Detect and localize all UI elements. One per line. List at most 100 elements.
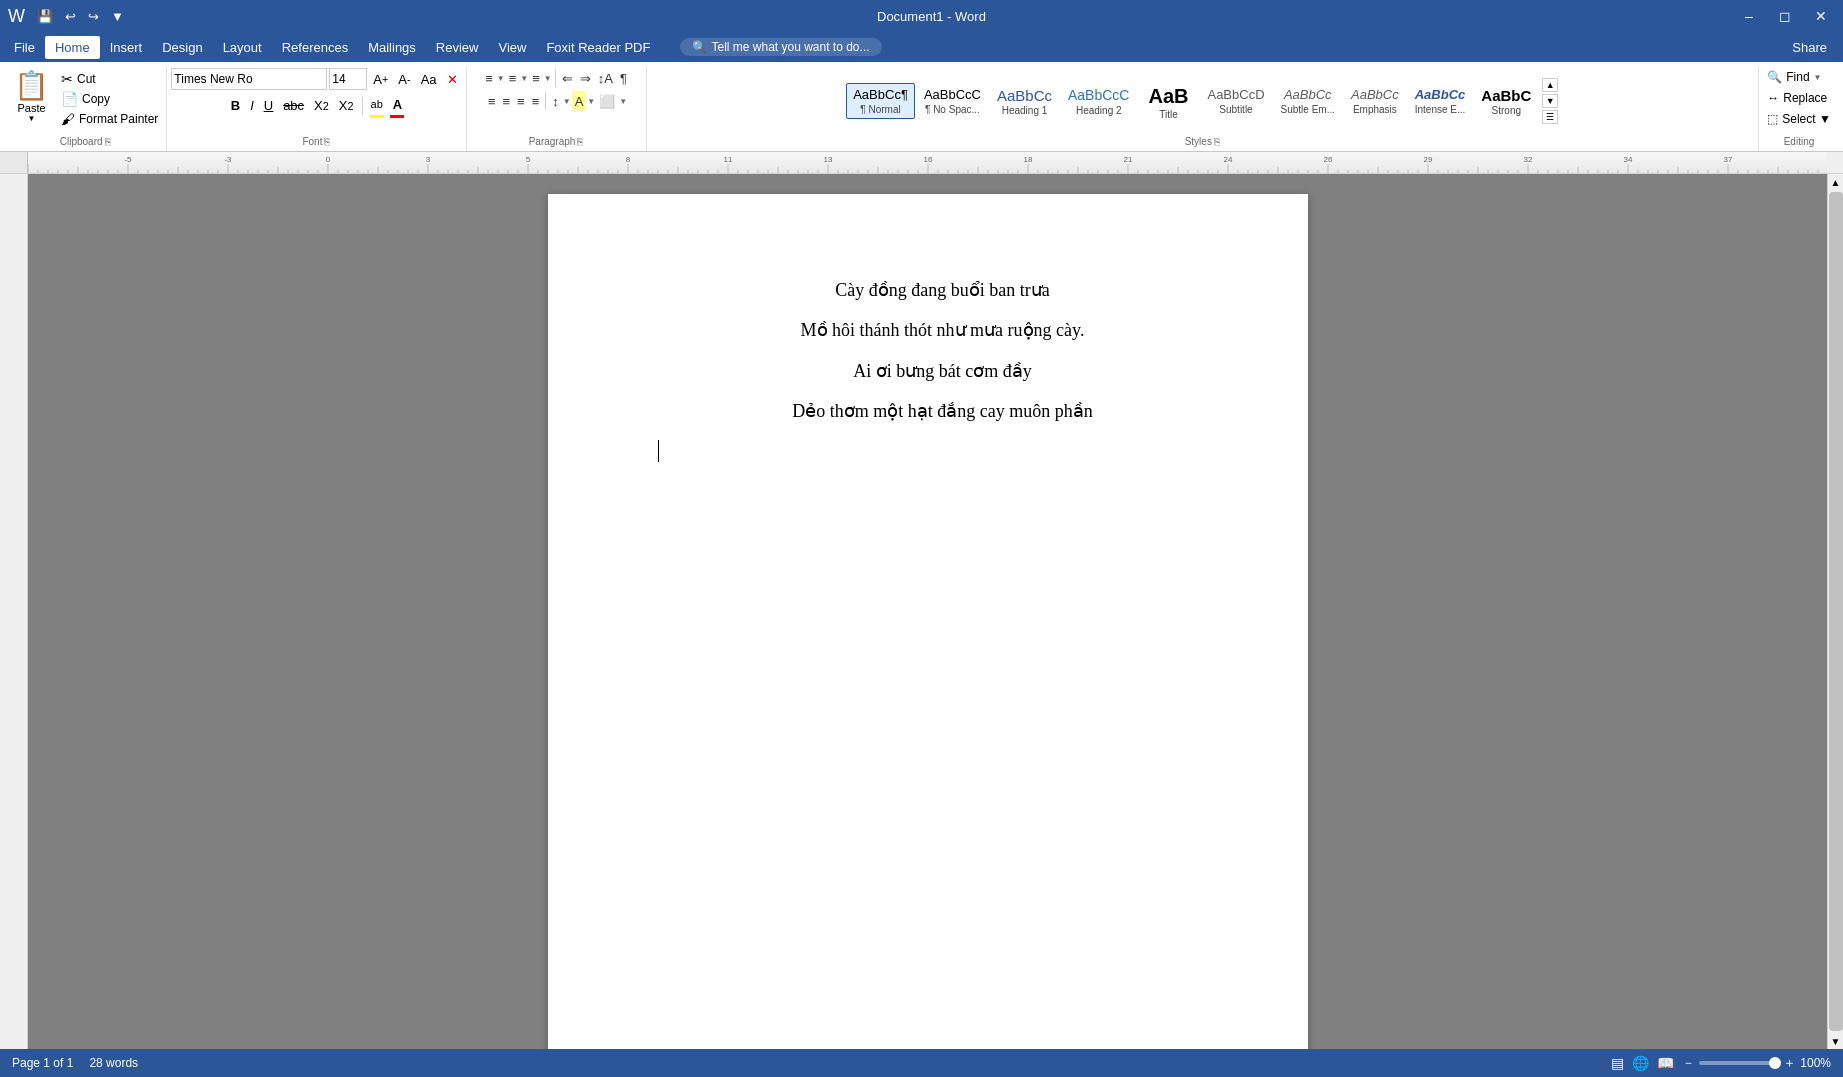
font-name-input[interactable] [171, 68, 327, 90]
style-heading2[interactable]: AaBbCcC Heading 2 [1061, 82, 1136, 119]
style-title[interactable]: AaB Title [1138, 79, 1198, 124]
increase-indent-button[interactable]: ⇒ [577, 68, 594, 88]
style-heading1[interactable]: AaBbCc Heading 1 [990, 82, 1059, 121]
ruler-body: -5-303581113161821242629323437 [28, 152, 1827, 173]
zoom-thumb[interactable] [1769, 1057, 1781, 1069]
menu-foxit[interactable]: Foxit Reader PDF [536, 36, 660, 59]
subscript-button[interactable]: X2 [310, 95, 333, 117]
underline-button[interactable]: U [260, 95, 277, 117]
zoom-in-button[interactable]: ＋ [1783, 1054, 1796, 1072]
minimize-button[interactable]: – [1735, 2, 1763, 30]
font-expand-icon[interactable]: ⎘ [324, 136, 330, 147]
show-hide-button[interactable]: ¶ [617, 68, 630, 88]
menu-insert[interactable]: Insert [100, 36, 153, 59]
copy-button[interactable]: 📄 Copy [57, 90, 162, 108]
shading-arrow[interactable]: ▼ [587, 97, 595, 106]
find-button[interactable]: 🔍 Find ▼ [1763, 68, 1825, 86]
paragraph-expand-icon[interactable]: ⎘ [577, 136, 583, 147]
align-right-button[interactable]: ≡ [514, 91, 528, 111]
menu-home[interactable]: Home [45, 36, 100, 59]
read-mode-button[interactable]: 📖 [1657, 1055, 1674, 1071]
shading-button[interactable]: A [572, 91, 587, 111]
styles-scroll-up[interactable]: ▲ [1542, 78, 1558, 92]
tell-me-box[interactable]: 🔍 Tell me what you want to do... [680, 38, 881, 56]
scroll-thumb[interactable] [1829, 192, 1843, 1031]
customize-qat-button[interactable]: ▼ [107, 7, 128, 26]
print-layout-button[interactable]: ▤ [1611, 1055, 1624, 1071]
select-button[interactable]: ⬚ Select ▼ [1763, 110, 1835, 128]
menu-view[interactable]: View [488, 36, 536, 59]
sort-button[interactable]: ↕A [595, 68, 616, 88]
undo-button[interactable]: ↩ [61, 7, 80, 26]
change-case-button[interactable]: Aa [417, 68, 441, 90]
paste-button[interactable]: 📋 Paste ▼ [8, 68, 55, 127]
cut-button[interactable]: ✂ Cut [57, 70, 162, 88]
grow-font-button[interactable]: A+ [369, 68, 392, 90]
text-line-1[interactable]: Cày đồng đang buổi ban trưa [658, 274, 1228, 306]
bullets-arrow[interactable]: ▼ [497, 74, 505, 83]
text-line-2[interactable]: Mồ hôi thánh thót như mưa ruộng cày. [658, 314, 1228, 346]
style-no-spacing[interactable]: AaBbCcC ¶ No Spac... [917, 83, 988, 119]
document-page[interactable]: Cày đồng đang buổi ban trưa Mồ hôi thánh… [548, 194, 1308, 1049]
numbering-button[interactable]: ≡ [506, 68, 520, 88]
font-color-button[interactable]: A [389, 93, 406, 115]
text-highlight-button[interactable]: ab [367, 93, 387, 115]
web-layout-button[interactable]: 🌐 [1632, 1055, 1649, 1071]
italic-button[interactable]: I [246, 95, 258, 117]
bold-button[interactable]: B [227, 95, 244, 117]
style-subtitle[interactable]: AaBbCcD Subtitle [1200, 83, 1271, 119]
cursor-paragraph[interactable] [658, 436, 1228, 468]
menu-references[interactable]: References [272, 36, 358, 59]
decrease-indent-button[interactable]: ⇐ [559, 68, 576, 88]
menu-layout[interactable]: Layout [213, 36, 272, 59]
close-button[interactable]: ✕ [1807, 2, 1835, 30]
strikethrough-button[interactable]: abc [279, 95, 308, 117]
center-button[interactable]: ≡ [499, 91, 513, 111]
page-content[interactable]: Cày đồng đang buổi ban trưa Mồ hôi thánh… [658, 274, 1228, 468]
numbering-arrow[interactable]: ▼ [520, 74, 528, 83]
clipboard-expand-icon[interactable]: ⎘ [105, 136, 111, 147]
style-emphasis[interactable]: AaBbCc Emphasis [1344, 83, 1406, 119]
menu-review[interactable]: Review [426, 36, 489, 59]
restore-button[interactable]: ◻ [1771, 2, 1799, 30]
format-painter-button[interactable]: 🖌 Format Painter [57, 110, 162, 128]
superscript-button[interactable]: X2 [335, 95, 358, 117]
align-left-button[interactable]: ≡ [485, 91, 499, 111]
document-area[interactable]: Cày đồng đang buổi ban trưa Mồ hôi thánh… [28, 174, 1827, 1049]
text-line-4[interactable]: Dẻo thơm một hạt đắng cay muôn phần [658, 395, 1228, 427]
bullets-button[interactable]: ≡ [482, 68, 496, 88]
style-strong[interactable]: AaBbC Strong [1474, 82, 1538, 121]
text-line-3[interactable]: Ai ơi bưng bát cơm đầy [658, 355, 1228, 387]
menu-file[interactable]: File [4, 36, 45, 59]
borders-arrow[interactable]: ▼ [619, 97, 627, 106]
format-painter-icon: 🖌 [61, 111, 75, 127]
clear-formatting-button[interactable]: ✕ [443, 68, 462, 90]
multilevel-button[interactable]: ≡ [529, 68, 543, 88]
styles-expand-icon[interactable]: ⎘ [1214, 136, 1220, 147]
line-spacing-button[interactable]: ↕ [549, 91, 562, 111]
line-spacing-arrow[interactable]: ▼ [563, 97, 571, 106]
shrink-font-button[interactable]: A- [394, 68, 414, 90]
font-size-input[interactable] [329, 68, 367, 90]
style-intense-emphasis[interactable]: AaBbCc Intense E... [1408, 83, 1473, 119]
replace-button[interactable]: ↔ Replace [1763, 89, 1831, 107]
zoom-slider[interactable] [1699, 1061, 1779, 1065]
style-subtle-emphasis[interactable]: AaBbCc Subtle Em... [1274, 83, 1342, 119]
multilevel-arrow[interactable]: ▼ [544, 74, 552, 83]
style-normal[interactable]: AaBbCc¶ ¶ Normal [846, 83, 915, 119]
scroll-down-button[interactable]: ▼ [1828, 1033, 1844, 1049]
scroll-up-button[interactable]: ▲ [1828, 174, 1844, 190]
styles-more[interactable]: ☰ [1542, 110, 1558, 124]
menu-mailings[interactable]: Mailings [358, 36, 426, 59]
svg-text:-3: -3 [224, 155, 232, 164]
paragraph-label: Paragraph ⎘ [471, 134, 642, 149]
share-button[interactable]: Share [1780, 36, 1839, 59]
redo-button[interactable]: ↪ [84, 7, 103, 26]
borders-button[interactable]: ⬜ [596, 91, 618, 111]
save-button[interactable]: 💾 [33, 7, 57, 26]
styles-scroll-down[interactable]: ▼ [1542, 94, 1558, 108]
zoom-out-button[interactable]: － [1682, 1054, 1695, 1072]
justify-button[interactable]: ≡ [529, 91, 543, 111]
right-scrollbar[interactable]: ▲ ▼ [1827, 174, 1843, 1049]
menu-design[interactable]: Design [152, 36, 212, 59]
